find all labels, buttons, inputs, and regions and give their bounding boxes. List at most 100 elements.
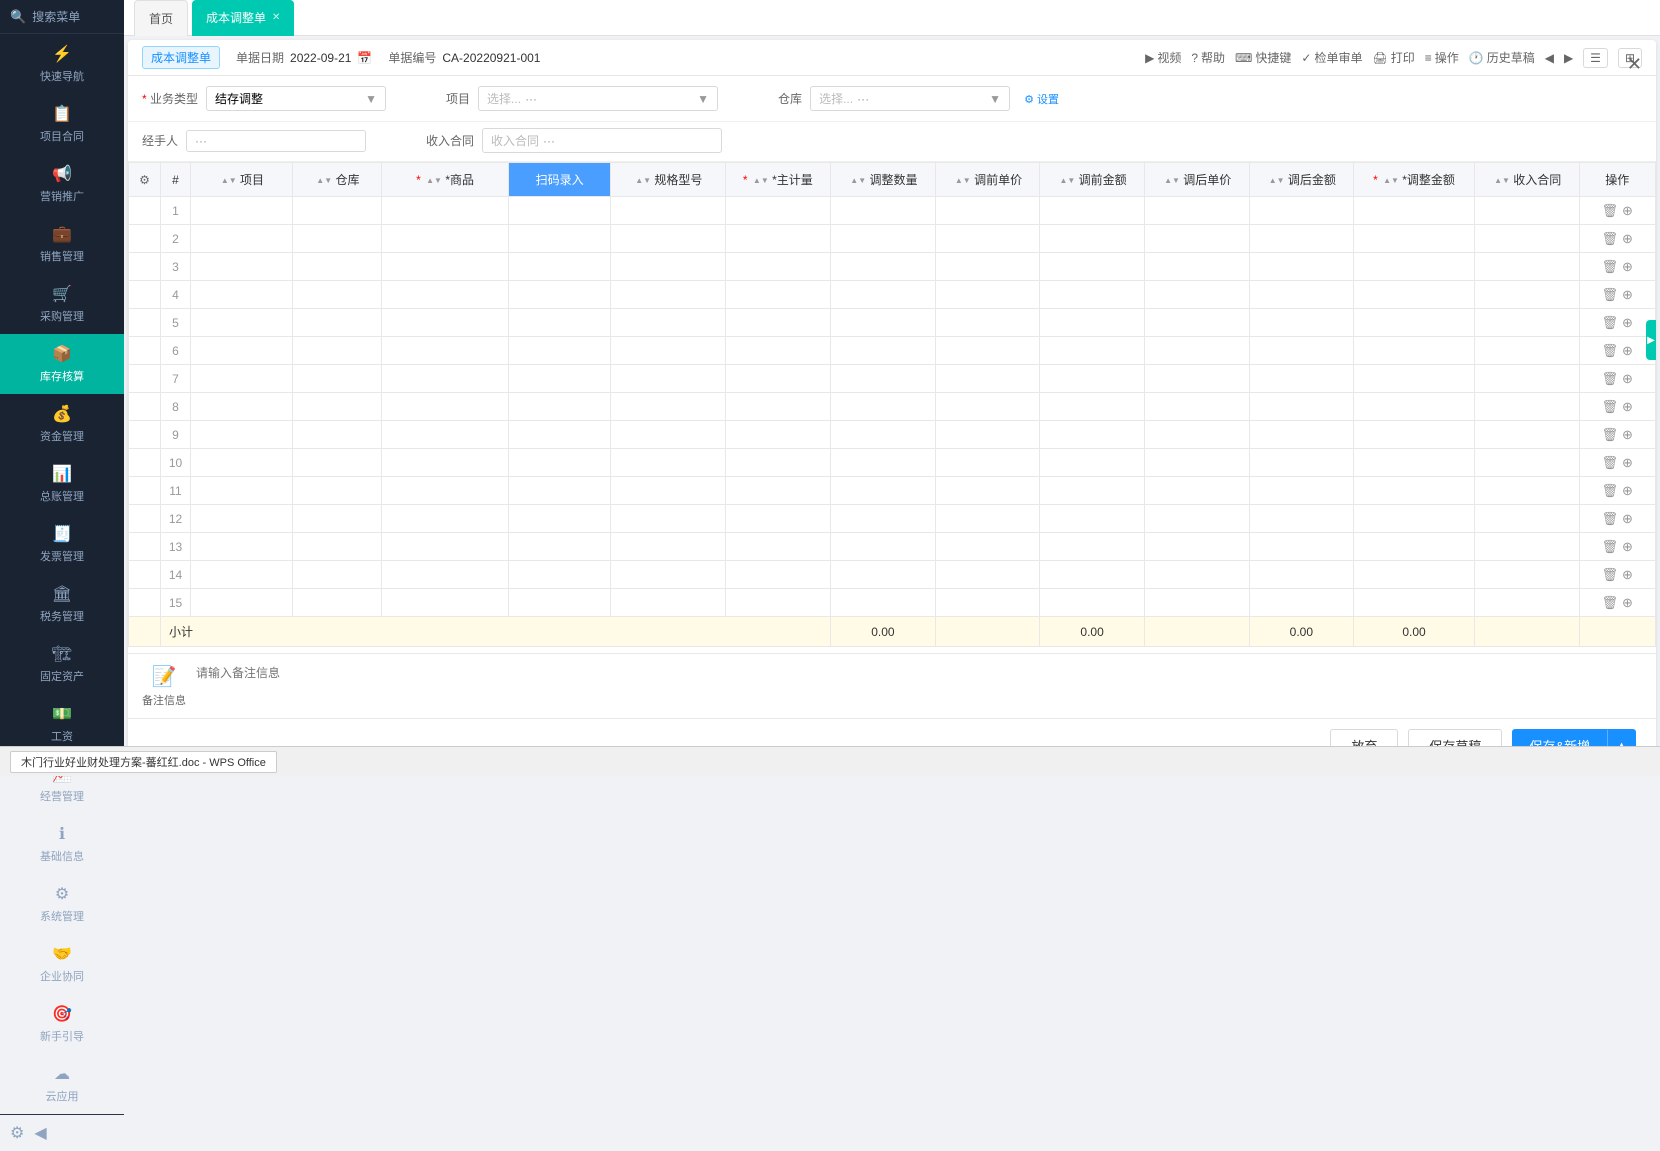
row-product-cell[interactable] (381, 477, 508, 505)
row-after-price-cell[interactable] (1144, 533, 1249, 561)
row-income-cell[interactable] (1474, 281, 1579, 309)
row-before-amount-cell[interactable] (1040, 309, 1145, 337)
row-product-cell[interactable] (381, 225, 508, 253)
settings-icon[interactable]: ⚙ (10, 1123, 24, 1143)
sidebar-item-enterprise[interactable]: 🤝 企业协同 (0, 934, 124, 994)
row-after-price-cell[interactable] (1144, 281, 1249, 309)
row-product-cell[interactable] (381, 421, 508, 449)
row-income-cell[interactable] (1474, 365, 1579, 393)
table-settings-icon[interactable]: ⚙ (139, 173, 150, 187)
row-spec-cell[interactable] (611, 589, 726, 617)
row-spec-cell[interactable] (611, 449, 726, 477)
sidebar-item-fixed-assets[interactable]: 🏗 固定资产 (0, 634, 124, 694)
row-copy-icon[interactable]: ⊕ (1622, 427, 1633, 443)
row-adj-amount-cell[interactable] (1354, 561, 1475, 589)
row-project-cell[interactable] (191, 533, 293, 561)
row-delete-icon[interactable]: 🗑 (1602, 315, 1619, 331)
row-unit-cell[interactable] (725, 253, 830, 281)
row-adj-qty-cell[interactable] (831, 393, 936, 421)
row-income-cell[interactable] (1474, 561, 1579, 589)
table-row[interactable]: 13 🗑 ⊕ (129, 533, 1656, 561)
row-income-cell[interactable] (1474, 337, 1579, 365)
row-scan-cell[interactable] (509, 449, 611, 477)
row-project-cell[interactable] (191, 421, 293, 449)
row-adj-qty-cell[interactable] (831, 365, 936, 393)
row-delete-icon[interactable]: 🗑 (1602, 343, 1619, 359)
table-row[interactable]: 14 🗑 ⊕ (129, 561, 1656, 589)
row-after-amount-cell[interactable] (1249, 337, 1354, 365)
row-before-amount-cell[interactable] (1040, 225, 1145, 253)
view-video-btn[interactable]: ▶ 视频 (1145, 49, 1181, 66)
row-product-cell[interactable] (381, 309, 508, 337)
row-unit-cell[interactable] (725, 281, 830, 309)
table-row[interactable]: 11 🗑 ⊕ (129, 477, 1656, 505)
row-after-amount-cell[interactable] (1249, 281, 1354, 309)
row-adj-qty-cell[interactable] (831, 197, 936, 225)
row-product-cell[interactable] (381, 561, 508, 589)
row-adj-amount-cell[interactable] (1354, 477, 1475, 505)
row-copy-icon[interactable]: ⊕ (1622, 203, 1633, 219)
row-before-price-cell[interactable] (935, 477, 1040, 505)
row-delete-icon[interactable]: 🗑 (1602, 427, 1619, 443)
row-copy-icon[interactable]: ⊕ (1622, 231, 1633, 247)
row-adj-qty-cell[interactable] (831, 253, 936, 281)
row-adj-amount-cell[interactable] (1354, 365, 1475, 393)
review-btn[interactable]: ✓ 检单审单 (1301, 49, 1362, 66)
income-contract-input[interactable]: 收入合同 ··· (482, 128, 722, 153)
row-after-price-cell[interactable] (1144, 393, 1249, 421)
col-after-price-header[interactable]: ▲▼ 调后单价 (1144, 163, 1249, 197)
row-before-amount-cell[interactable] (1040, 561, 1145, 589)
row-warehouse-cell[interactable] (292, 533, 381, 561)
row-project-cell[interactable] (191, 253, 293, 281)
row-income-cell[interactable] (1474, 505, 1579, 533)
row-spec-cell[interactable] (611, 393, 726, 421)
row-copy-icon[interactable]: ⊕ (1622, 455, 1633, 471)
operations-btn[interactable]: ≡ 操作 (1425, 49, 1459, 66)
row-unit-cell[interactable] (725, 505, 830, 533)
row-warehouse-cell[interactable] (292, 337, 381, 365)
row-spec-cell[interactable] (611, 225, 726, 253)
row-warehouse-cell[interactable] (292, 477, 381, 505)
row-copy-icon[interactable]: ⊕ (1622, 511, 1633, 527)
row-project-cell[interactable] (191, 477, 293, 505)
col-before-amount-header[interactable]: ▲▼ 调前金额 (1040, 163, 1145, 197)
row-copy-icon[interactable]: ⊕ (1622, 259, 1633, 275)
row-copy-icon[interactable]: ⊕ (1622, 483, 1633, 499)
tab-home[interactable]: 首页 (134, 0, 188, 36)
row-delete-icon[interactable]: 🗑 (1602, 287, 1619, 303)
row-copy-icon[interactable]: ⊕ (1622, 315, 1633, 331)
table-row[interactable]: 10 🗑 ⊕ (129, 449, 1656, 477)
row-before-price-cell[interactable] (935, 421, 1040, 449)
row-project-cell[interactable] (191, 365, 293, 393)
row-before-amount-cell[interactable] (1040, 337, 1145, 365)
row-income-cell[interactable] (1474, 477, 1579, 505)
row-before-price-cell[interactable] (935, 337, 1040, 365)
sidebar-item-beginner[interactable]: 🎯 新手引导 (0, 994, 124, 1054)
row-after-amount-cell[interactable] (1249, 393, 1354, 421)
row-copy-icon[interactable]: ⊕ (1622, 567, 1633, 583)
row-unit-cell[interactable] (725, 337, 830, 365)
row-spec-cell[interactable] (611, 477, 726, 505)
row-product-cell[interactable] (381, 197, 508, 225)
window-close-button[interactable]: ✕ (1627, 54, 1642, 75)
row-project-cell[interactable] (191, 309, 293, 337)
row-spec-cell[interactable] (611, 253, 726, 281)
row-after-amount-cell[interactable] (1249, 533, 1354, 561)
row-delete-icon[interactable]: 🗑 (1602, 567, 1619, 583)
col-product-header[interactable]: ▲▼ *商品 (381, 163, 508, 197)
col-adj-qty-header[interactable]: ▲▼ 调整数量 (831, 163, 936, 197)
col-after-amount-header[interactable]: ▲▼ 调后金额 (1249, 163, 1354, 197)
row-product-cell[interactable] (381, 589, 508, 617)
row-income-cell[interactable] (1474, 309, 1579, 337)
sidebar-item-invoice[interactable]: 🧾 发票管理 (0, 514, 124, 574)
row-scan-cell[interactable] (509, 309, 611, 337)
row-copy-icon[interactable]: ⊕ (1622, 595, 1633, 611)
row-unit-cell[interactable] (725, 365, 830, 393)
row-product-cell[interactable] (381, 365, 508, 393)
row-scan-cell[interactable] (509, 253, 611, 281)
table-row[interactable]: 15 🗑 ⊕ (129, 589, 1656, 617)
row-copy-icon[interactable]: ⊕ (1622, 539, 1633, 555)
row-delete-icon[interactable]: 🗑 (1602, 203, 1619, 219)
table-row[interactable]: 1 🗑 ⊕ (129, 197, 1656, 225)
row-after-amount-cell[interactable] (1249, 225, 1354, 253)
